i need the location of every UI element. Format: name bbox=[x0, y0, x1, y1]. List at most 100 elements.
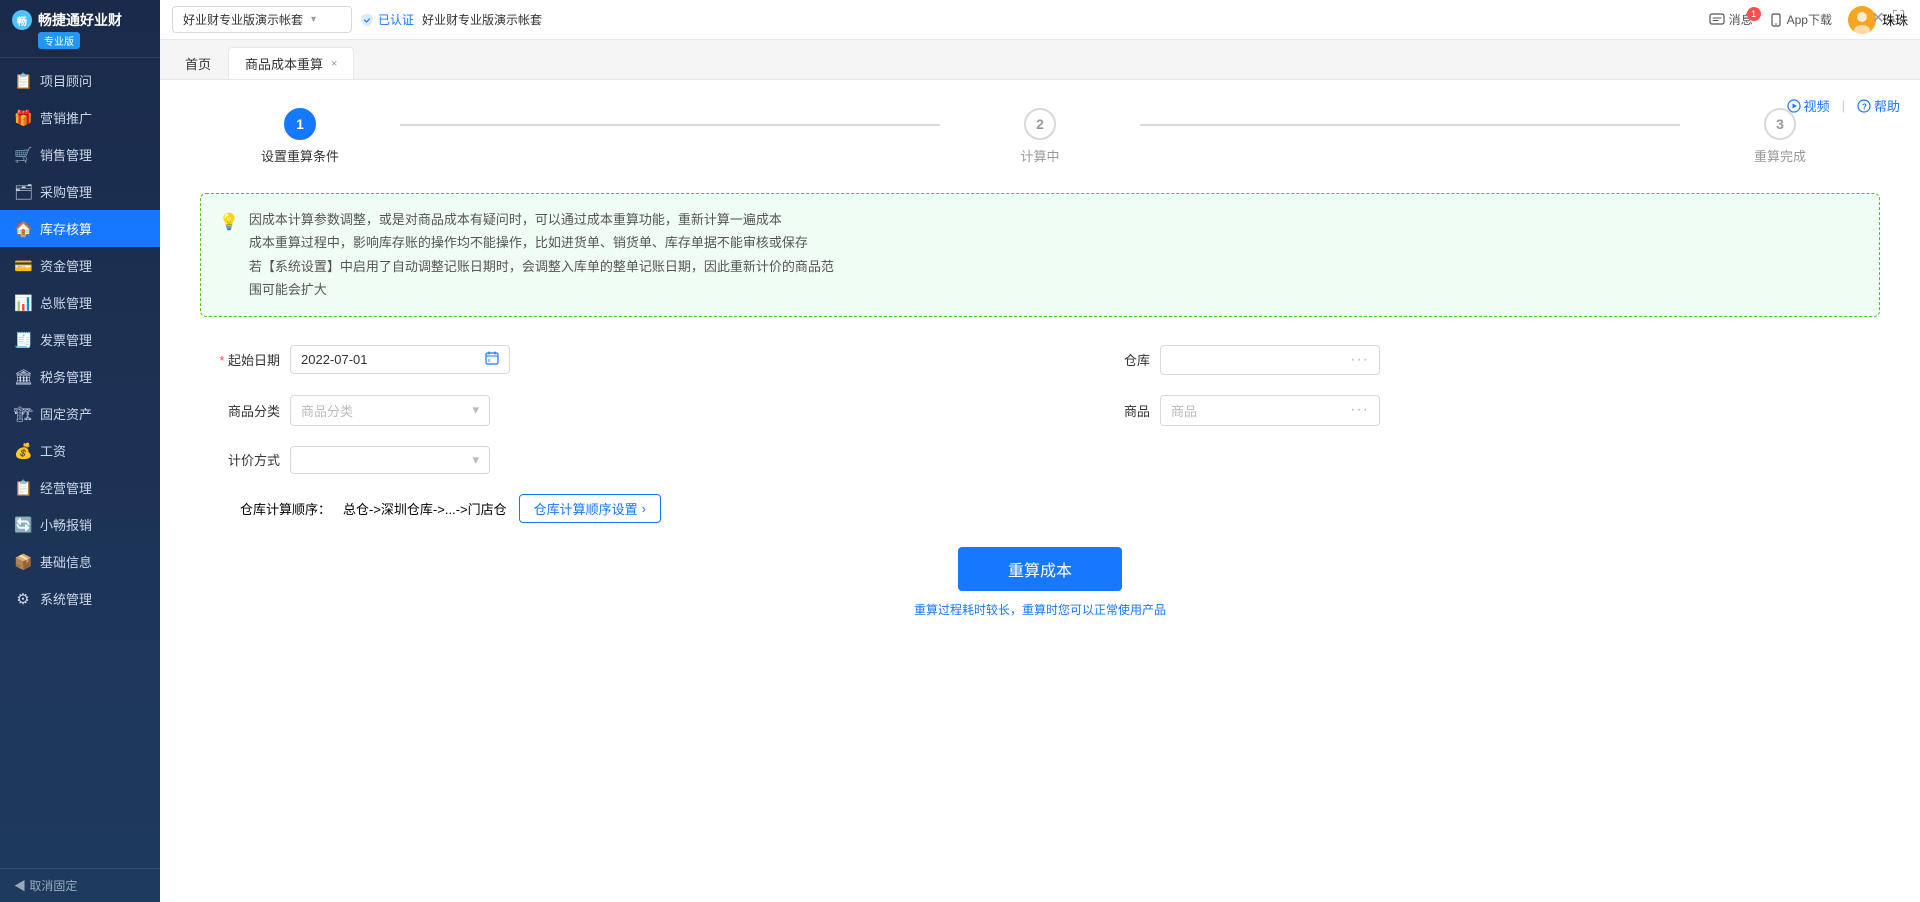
window-controls: ✕ ⛶ bbox=[1871, 8, 1904, 28]
step-2-label: 计算中 bbox=[1020, 146, 1059, 165]
start-date-input[interactable]: 2022-07-01 8 bbox=[290, 345, 510, 374]
step-2: 2 计算中 bbox=[940, 108, 1140, 165]
step-3: 3 重算完成 bbox=[1680, 108, 1880, 165]
topbar: 好业财专业版演示帐套 ▾ 已认证 好业财专业版演示帐套 消息 1 bbox=[160, 0, 1920, 40]
sidebar-unpin-button[interactable]: ◀ 取消固定 bbox=[0, 868, 160, 902]
close-window-button[interactable]: ✕ bbox=[1871, 8, 1884, 28]
sidebar-item-label: 税务管理 bbox=[40, 367, 92, 386]
invoice-icon: 🧾 bbox=[14, 331, 32, 349]
product-label: 商品 bbox=[1070, 401, 1160, 420]
sidebar-item-label: 库存核算 bbox=[40, 219, 92, 238]
step-line-1-2 bbox=[400, 124, 940, 126]
app-download-button[interactable]: App下载 bbox=[1769, 11, 1832, 28]
form-warehouse: 仓库 ··· bbox=[1070, 345, 1880, 375]
sidebar-logo: 畅 畅捷通好业财 专业版 bbox=[0, 0, 160, 58]
sidebar-item-project[interactable]: 📋 项目顾问 bbox=[0, 62, 160, 99]
form-row-category-product: 商品分类 商品分类 ▾ 商品 商品 ··· bbox=[200, 395, 1880, 426]
start-date-value: 2022-07-01 bbox=[301, 352, 368, 367]
tab-home-label: 首页 bbox=[185, 54, 211, 73]
operations-icon: 📋 bbox=[14, 479, 32, 497]
sidebar-item-label: 经营管理 bbox=[40, 478, 92, 497]
sidebar-item-basic[interactable]: 📦 基础信息 bbox=[0, 543, 160, 580]
warehouse-label: 仓库 bbox=[1070, 350, 1160, 369]
sidebar-item-marketing[interactable]: 🎁 营销推广 bbox=[0, 99, 160, 136]
category-label: 商品分类 bbox=[200, 401, 290, 420]
sidebar-item-expense[interactable]: 🔄 小畅报销 bbox=[0, 506, 160, 543]
expand-window-button[interactable]: ⛶ bbox=[1893, 9, 1904, 27]
sidebar-logo-icon: 畅 bbox=[12, 10, 32, 30]
step-3-circle: 3 bbox=[1764, 108, 1796, 140]
sidebar-item-label: 发票管理 bbox=[40, 330, 92, 349]
tab-close-icon[interactable]: × bbox=[331, 58, 337, 70]
selector-chevron-down-icon: ▾ bbox=[311, 14, 316, 25]
message-button[interactable]: 消息 1 bbox=[1709, 11, 1753, 28]
tax-icon: 🏛 bbox=[14, 368, 32, 386]
sidebar-item-invoice[interactable]: 🧾 发票管理 bbox=[0, 321, 160, 358]
sidebar-item-sales[interactable]: 🛒 销售管理 bbox=[0, 136, 160, 173]
info-text: 因成本计算参数调整，或是对商品成本有疑问时，可以通过成本重算功能，重新计算一遍成… bbox=[249, 208, 834, 302]
sidebar-item-tax[interactable]: 🏛 税务管理 bbox=[0, 358, 160, 395]
recalc-hint: 重算过程耗时较长，重算时您可以正常使用产品 bbox=[914, 601, 1166, 618]
purchase-icon: 🗂 bbox=[14, 183, 32, 201]
step-1: 1 设置重算条件 bbox=[200, 108, 400, 165]
shield-icon bbox=[360, 13, 374, 27]
form-pricing: 计价方式 ▾ bbox=[200, 446, 1880, 474]
start-date-label: 起始日期 bbox=[200, 350, 290, 369]
recalculate-button[interactable]: 重算成本 bbox=[958, 547, 1122, 591]
main-area: 好业财专业版演示帐套 ▾ 已认证 好业财专业版演示帐套 消息 1 bbox=[160, 0, 1920, 902]
sidebar-item-inventory[interactable]: 🏠 库存核算 bbox=[0, 210, 160, 247]
sidebar-item-label: 资金管理 bbox=[40, 256, 92, 275]
sidebar-item-payroll[interactable]: 💰 工资 bbox=[0, 432, 160, 469]
project-icon: 📋 bbox=[14, 72, 32, 90]
sidebar-item-purchase[interactable]: 🗂 采购管理 bbox=[0, 173, 160, 210]
steps-indicator: 1 设置重算条件 2 计算中 3 重算完成 bbox=[200, 108, 1880, 165]
info-box: 💡 因成本计算参数调整，或是对商品成本有疑问时，可以通过成本重算功能，重新计算一… bbox=[200, 193, 1880, 317]
warehouse-dots-icon[interactable]: ··· bbox=[1350, 351, 1369, 369]
sidebar-item-label: 固定资产 bbox=[40, 404, 92, 423]
account-selector-text: 好业财专业版演示帐套 bbox=[183, 11, 303, 28]
sidebar-item-label: 项目顾问 bbox=[40, 71, 92, 90]
account-selector[interactable]: 好业财专业版演示帐套 ▾ bbox=[172, 6, 352, 33]
product-dots-icon[interactable]: ··· bbox=[1350, 401, 1369, 419]
step-1-label: 设置重算条件 bbox=[261, 146, 339, 165]
finance-icon: 💳 bbox=[14, 257, 32, 275]
form-row-date-warehouse: 起始日期 2022-07-01 8 仓库 bbox=[200, 345, 1880, 375]
category-chevron-down-icon: ▾ bbox=[472, 402, 479, 418]
product-input[interactable]: 商品 ··· bbox=[1160, 395, 1380, 426]
calendar-icon[interactable]: 8 bbox=[485, 351, 499, 368]
tab-home[interactable]: 首页 bbox=[168, 47, 228, 79]
warehouse-order-label: 仓库计算顺序： bbox=[240, 499, 331, 518]
form-start-date: 起始日期 2022-07-01 8 bbox=[200, 345, 1010, 374]
verified-badge: 已认证 bbox=[360, 11, 414, 28]
sidebar-item-assets[interactable]: 🏗 固定资产 bbox=[0, 395, 160, 432]
basic-icon: 📦 bbox=[14, 553, 32, 571]
sidebar-item-finance[interactable]: 💳 资金管理 bbox=[0, 247, 160, 284]
step-line-2-3 bbox=[1140, 124, 1680, 126]
product-placeholder: 商品 bbox=[1171, 401, 1197, 420]
sidebar-item-accounting[interactable]: 📊 总账管理 bbox=[0, 284, 160, 321]
pricing-select[interactable]: ▾ bbox=[290, 446, 490, 474]
content-area: 视频 | ? 帮助 1 设置重算条件 2 计算中 bbox=[160, 80, 1920, 902]
sidebar-item-operations[interactable]: 📋 经营管理 bbox=[0, 469, 160, 506]
warehouse-input[interactable]: ··· bbox=[1160, 345, 1380, 375]
tab-recalc[interactable]: 商品成本重算 × bbox=[228, 47, 354, 79]
sidebar-nav: 📋 项目顾问 🎁 营销推广 🛒 销售管理 🗂 采购管理 🏠 库存核算 💳 资金管… bbox=[0, 58, 160, 868]
marketing-icon: 🎁 bbox=[14, 109, 32, 127]
pricing-label: 计价方式 bbox=[200, 450, 290, 469]
action-row: 重算成本 重算过程耗时较长，重算时您可以正常使用产品 bbox=[200, 547, 1880, 618]
sidebar-item-label: 小畅报销 bbox=[40, 515, 92, 534]
message-icon bbox=[1709, 12, 1725, 28]
sidebar-unpin-label: ◀ 取消固定 bbox=[14, 877, 77, 894]
sidebar-item-system[interactable]: ⚙ 系统管理 bbox=[0, 580, 160, 617]
chevron-right-icon: › bbox=[642, 501, 646, 516]
topbar-account-name: 好业财专业版演示帐套 bbox=[422, 11, 542, 28]
info-line-1: 因成本计算参数调整，或是对商品成本有疑问时，可以通过成本重算功能，重新计算一遍成… bbox=[249, 208, 834, 231]
sidebar-item-label: 基础信息 bbox=[40, 552, 92, 571]
sidebar-app-name: 畅捷通好业财 bbox=[38, 10, 122, 30]
step-2-circle: 2 bbox=[1024, 108, 1056, 140]
category-placeholder: 商品分类 bbox=[301, 401, 353, 420]
warehouse-order-settings-button[interactable]: 仓库计算顺序设置 › bbox=[519, 494, 661, 523]
category-select[interactable]: 商品分类 ▾ bbox=[290, 395, 490, 426]
tabs-bar: 首页 商品成本重算 × ✕ ⛶ bbox=[160, 40, 1920, 80]
sidebar-item-label: 销售管理 bbox=[40, 145, 92, 164]
